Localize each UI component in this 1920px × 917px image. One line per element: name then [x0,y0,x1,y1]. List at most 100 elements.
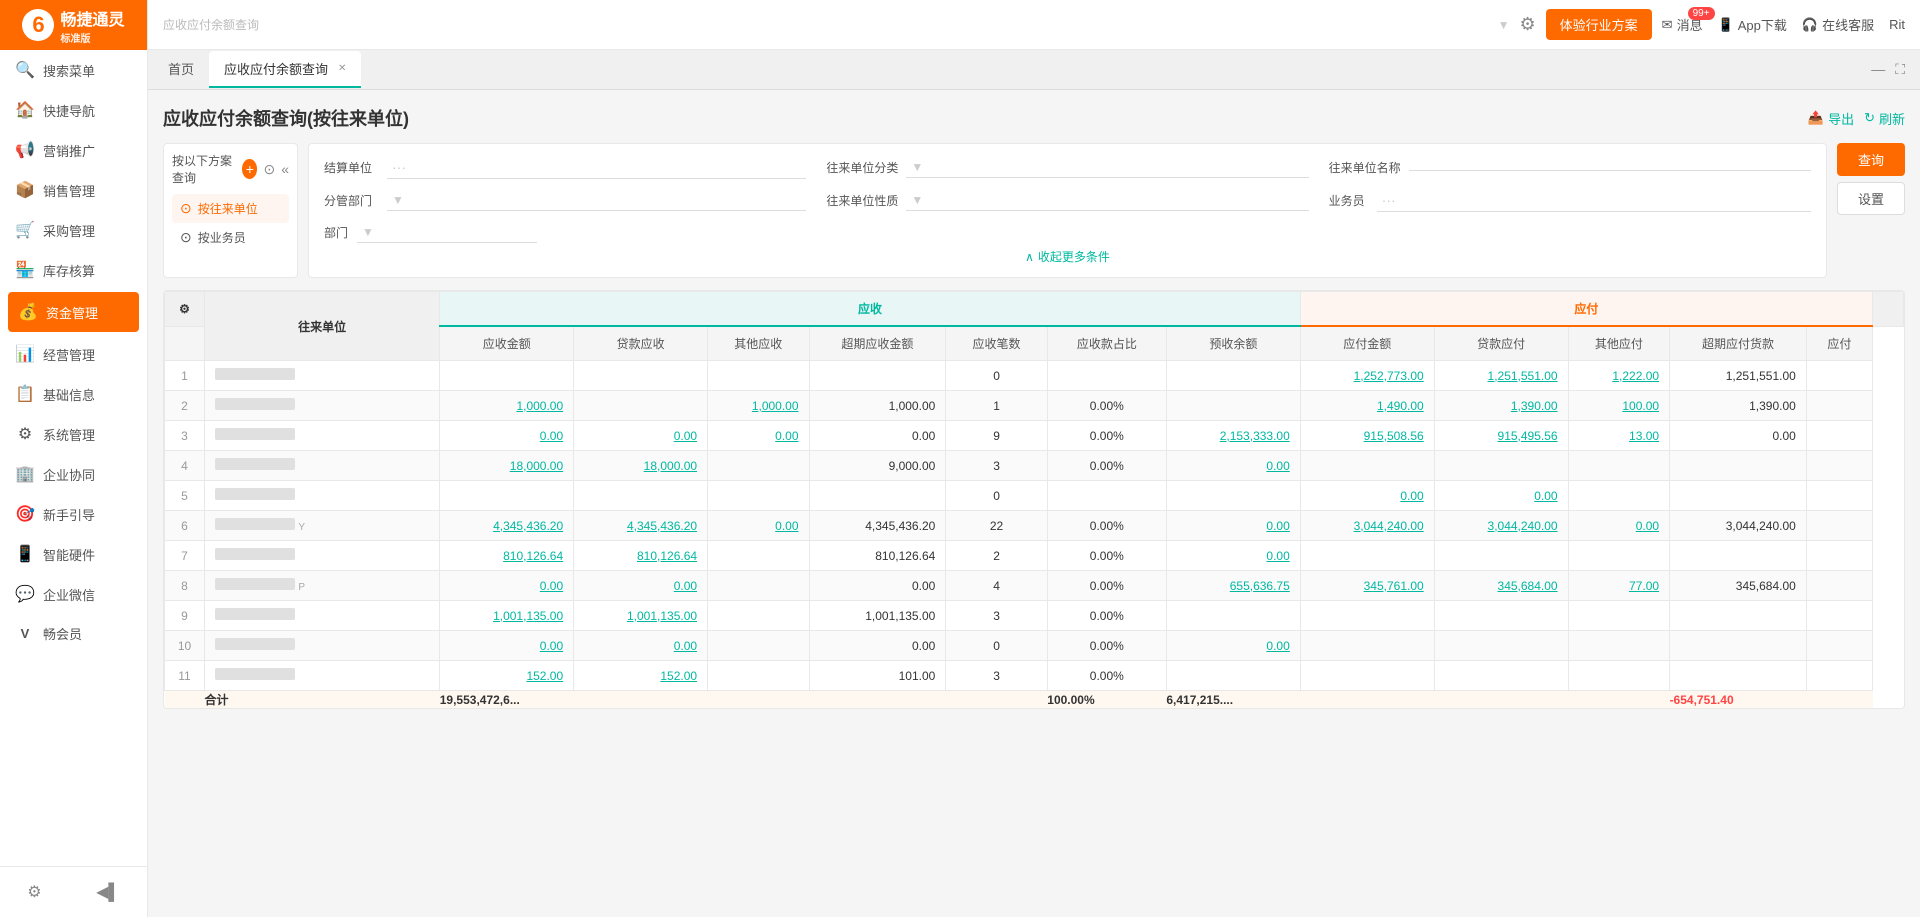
cell-loan-ap[interactable] [1434,631,1568,661]
cell-other-ar[interactable] [708,661,809,691]
query-button[interactable]: 查询 [1837,143,1905,176]
cell-advance[interactable] [1166,361,1300,391]
cell-loan-ar[interactable]: 0.00 [574,631,708,661]
collapse-sidebar-icon[interactable]: ◀▌ [91,877,125,907]
settings-bottom-icon[interactable]: ⚙ [22,877,46,907]
cell-other-ar[interactable] [708,481,809,511]
cell-other-ap[interactable] [1568,601,1669,631]
cell-advance[interactable] [1166,601,1300,631]
cell-advance[interactable]: 0.00 [1166,541,1300,571]
cell-loan-ar[interactable]: 810,126.64 [574,541,708,571]
minimize-icon[interactable]: — [1871,61,1885,78]
sidebar-item-sales[interactable]: 📦 销售管理 [0,170,147,210]
dropdown-arrow[interactable]: ▼ [1498,18,1510,32]
cell-other-ap[interactable] [1568,541,1669,571]
sidebar-item-base-info[interactable]: 📋 基础信息 [0,374,147,414]
cell-ap-amount[interactable]: 345,761.00 [1300,571,1434,601]
dept-manage-select[interactable]: ▼ [387,190,806,211]
cell-ar-amount[interactable]: 0.00 [440,571,574,601]
sidebar-item-search-menu[interactable]: 🔍 搜索菜单 [0,50,147,90]
promo-button[interactable]: 体验行业方案 [1546,9,1652,40]
cell-loan-ap[interactable]: 3,044,240.00 [1434,511,1568,541]
cell-ap-amount[interactable]: 0.00 [1300,481,1434,511]
cell-ar-amount[interactable]: 152.00 [440,661,574,691]
cell-loan-ar[interactable]: 152.00 [574,661,708,691]
cell-loan-ap[interactable] [1434,661,1568,691]
cell-loan-ap[interactable]: 915,495.56 [1434,421,1568,451]
cell-other-ar[interactable] [708,571,809,601]
cell-loan-ar[interactable] [574,481,708,511]
cell-ap-amount[interactable] [1300,451,1434,481]
cell-other-ar[interactable] [708,601,809,631]
cell-loan-ar[interactable]: 18,000.00 [574,451,708,481]
cell-ar-amount[interactable]: 0.00 [440,631,574,661]
cell-loan-ar[interactable] [574,361,708,391]
cell-other-ap[interactable]: 13.00 [1568,421,1669,451]
cell-other-ar[interactable]: 1,000.00 [708,391,809,421]
sidebar-item-wechat[interactable]: 💬 企业微信 [0,574,147,614]
cell-other-ap[interactable] [1568,661,1669,691]
cell-ar-amount[interactable] [440,481,574,511]
tab-home[interactable]: 首页 [153,51,209,88]
sidebar-item-vip[interactable]: V 畅会员 [0,614,147,653]
sidebar-item-marketing[interactable]: 📢 营销推广 [0,130,147,170]
cell-advance[interactable]: 655,636.75 [1166,571,1300,601]
unit-name-input[interactable] [1409,164,1811,171]
header-settings-icon[interactable]: ⚙ [1520,14,1536,35]
cell-other-ap[interactable]: 100.00 [1568,391,1669,421]
cell-ar-amount[interactable]: 18,000.00 [440,451,574,481]
cell-ap-amount[interactable]: 915,508.56 [1300,421,1434,451]
cell-loan-ap[interactable]: 1,251,551.00 [1434,361,1568,391]
cell-advance[interactable]: 2,153,333.00 [1166,421,1300,451]
cell-ar-amount[interactable]: 1,001,135.00 [440,601,574,631]
sidebar-item-enterprise[interactable]: 🏢 企业协同 [0,454,147,494]
cell-loan-ar[interactable]: 0.00 [574,571,708,601]
tab-ar-ap[interactable]: 应收应付余额查询 ✕ [209,51,361,88]
cell-ar-amount[interactable]: 1,000.00 [440,391,574,421]
filter-by-staff[interactable]: ⊙ 按业务员 [172,223,289,252]
cell-ap-amount[interactable] [1300,661,1434,691]
cell-advance[interactable] [1166,481,1300,511]
unit-category-select[interactable]: ▼ [906,157,1308,178]
cell-advance[interactable] [1166,661,1300,691]
sidebar-item-inventory[interactable]: 🏪 库存核算 [0,250,147,290]
refresh-button[interactable]: ↻ 刷新 [1864,109,1905,128]
filter-collapse-icon[interactable]: « [281,161,289,177]
cell-ap-amount[interactable] [1300,631,1434,661]
cell-loan-ar[interactable]: 0.00 [574,421,708,451]
cell-ar-amount[interactable]: 0.00 [440,421,574,451]
message-button[interactable]: ✉ 消息 99+ [1662,15,1703,34]
sidebar-item-finance[interactable]: 💰 资金管理 [8,292,139,332]
dept-select[interactable]: ▼ [357,222,537,243]
sidebar-item-purchase[interactable]: 🛒 采购管理 [0,210,147,250]
cell-advance[interactable]: 0.00 [1166,451,1300,481]
cell-loan-ap[interactable] [1434,601,1568,631]
cell-loan-ap[interactable] [1434,451,1568,481]
user-info[interactable]: Rit [1889,17,1905,32]
cell-other-ar[interactable]: 0.00 [708,511,809,541]
cell-other-ap[interactable]: 0.00 [1568,511,1669,541]
filter-option-edit-icon[interactable]: ⊙ [263,161,275,178]
cell-loan-ap[interactable] [1434,541,1568,571]
cell-loan-ar[interactable]: 1,001,135.00 [574,601,708,631]
cell-other-ap[interactable]: 77.00 [1568,571,1669,601]
cell-other-ap[interactable] [1568,481,1669,511]
filter-by-unit[interactable]: ⊙ 按往来单位 [172,194,289,223]
cell-ar-amount[interactable]: 4,345,436.20 [440,511,574,541]
cell-loan-ap[interactable]: 345,684.00 [1434,571,1568,601]
cell-ap-amount[interactable] [1300,601,1434,631]
settings-button[interactable]: 设置 [1837,182,1905,215]
cell-loan-ar[interactable]: 4,345,436.20 [574,511,708,541]
cell-loan-ar[interactable] [574,391,708,421]
add-filter-button[interactable]: + [242,159,257,179]
sidebar-item-guide[interactable]: 🎯 新手引导 [0,494,147,534]
cell-advance[interactable]: 0.00 [1166,511,1300,541]
settlement-unit-input[interactable]: ··· [387,156,806,179]
maximize-icon[interactable]: ⛶ [1895,61,1905,78]
cell-other-ar[interactable]: 0.00 [708,421,809,451]
app-download-button[interactable]: 📱 App下载 [1718,15,1787,34]
cell-ap-amount[interactable]: 3,044,240.00 [1300,511,1434,541]
cell-other-ar[interactable] [708,541,809,571]
sidebar-item-system[interactable]: ⚙ 系统管理 [0,414,147,454]
cell-ap-amount[interactable]: 1,490.00 [1300,391,1434,421]
